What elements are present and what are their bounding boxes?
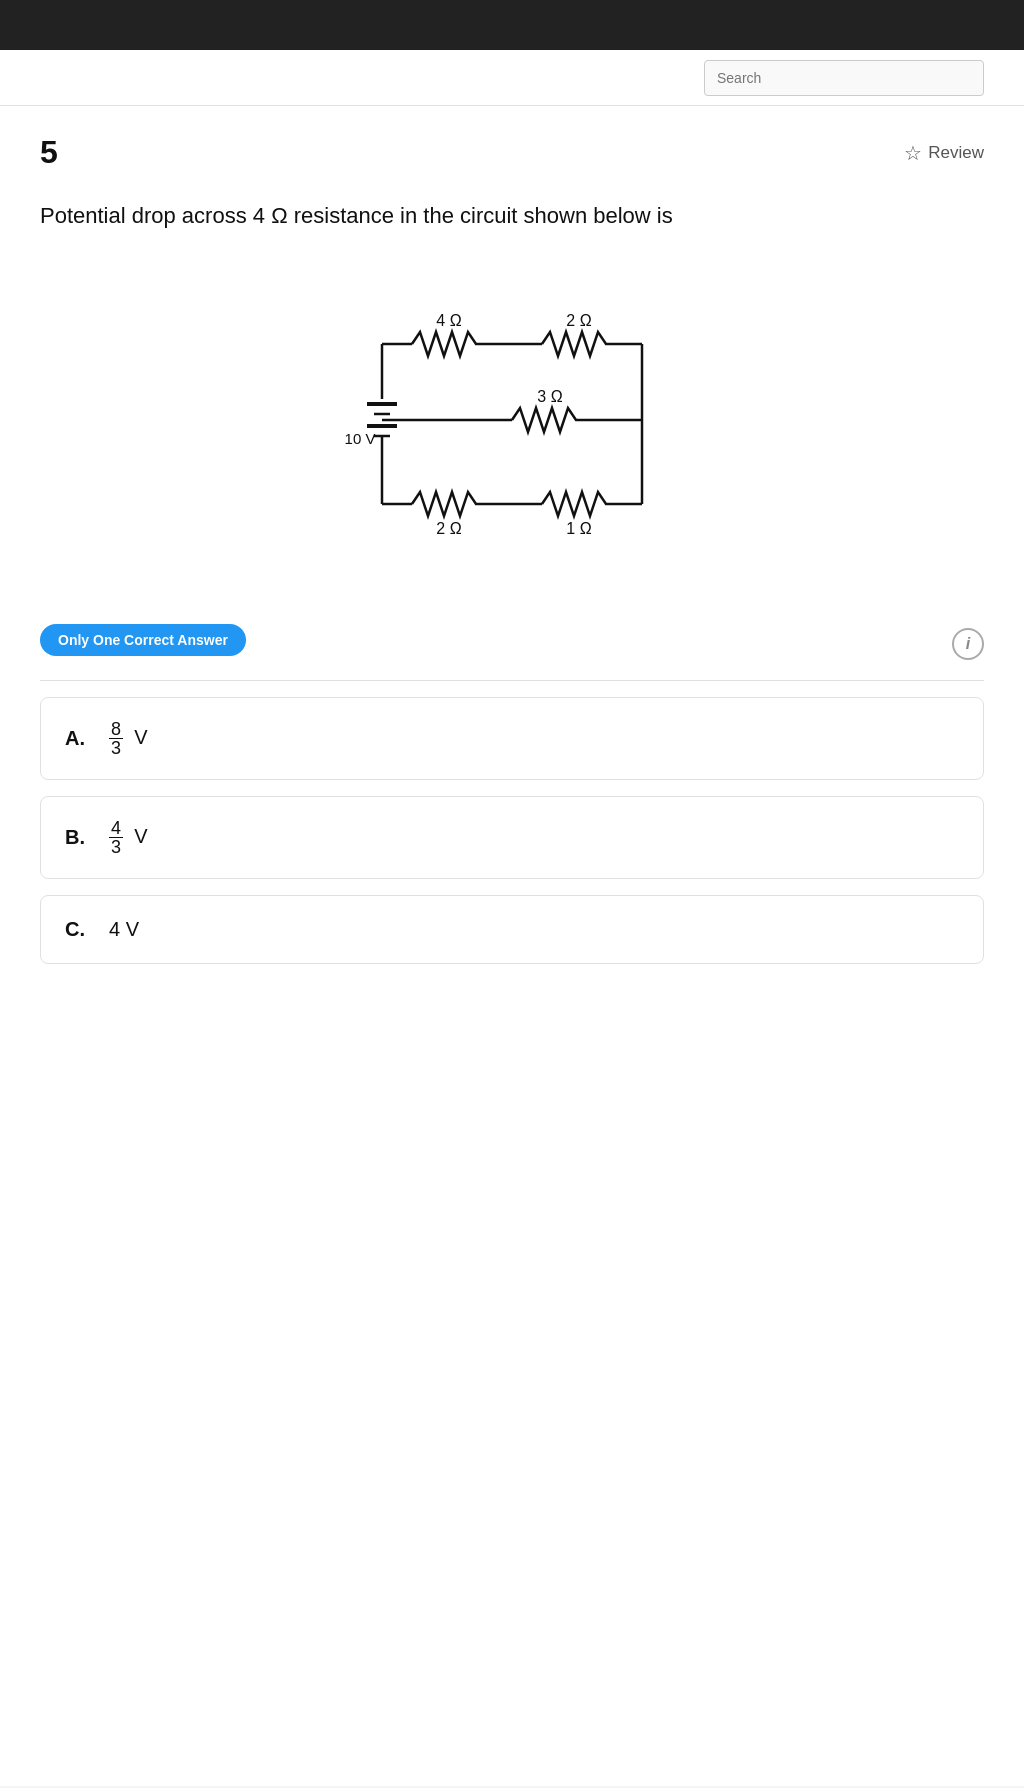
top-bar — [0, 0, 1024, 50]
svg-text:2 Ω: 2 Ω — [566, 312, 591, 329]
option-c[interactable]: C. 4 V — [40, 895, 984, 964]
svg-text:2 Ω: 2 Ω — [436, 520, 461, 537]
svg-text:3 Ω: 3 Ω — [537, 388, 562, 405]
main-content: 5 ☆ Review Potential drop across 4 Ω res… — [0, 106, 1024, 1786]
info-icon[interactable]: i — [952, 628, 984, 660]
search-bar-area — [0, 50, 1024, 106]
option-b-fraction: 4 3 — [109, 819, 123, 856]
options-divider — [40, 680, 984, 681]
svg-text:1 Ω: 1 Ω — [566, 520, 591, 537]
review-button[interactable]: ☆ Review — [904, 141, 984, 165]
option-a-label: A. — [65, 727, 93, 750]
answer-type-badge: Only One Correct Answer — [40, 624, 246, 656]
option-c-text: 4 V — [109, 918, 139, 941]
option-b-suffix: V — [134, 825, 147, 847]
svg-text:10 V: 10 V — [345, 430, 376, 447]
option-a-suffix: V — [134, 726, 147, 748]
option-b-numerator: 4 — [109, 819, 123, 838]
option-b-label: B. — [65, 826, 93, 849]
svg-text:4 Ω: 4 Ω — [436, 312, 461, 329]
option-c-label: C. — [65, 918, 93, 941]
review-label: Review — [928, 143, 984, 163]
circuit-diagram: 4 Ω 2 Ω 3 Ω 10 V 2 Ω 1 Ω — [40, 264, 984, 584]
question-header: 5 ☆ Review — [40, 134, 984, 171]
option-b-denominator: 3 — [109, 838, 123, 856]
option-a-numerator: 8 — [109, 720, 123, 739]
option-a-fraction: 8 3 — [109, 720, 123, 757]
question-number: 5 — [40, 134, 58, 171]
star-icon: ☆ — [904, 141, 922, 165]
option-b-text: 4 3 V — [109, 819, 147, 856]
option-a-denominator: 3 — [109, 739, 123, 757]
option-a-text: 8 3 V — [109, 720, 147, 757]
info-icon-label: i — [966, 635, 970, 653]
answer-type-row: Only One Correct Answer i — [40, 624, 984, 664]
question-text: Potential drop across 4 Ω resistance in … — [40, 199, 984, 232]
search-input[interactable] — [704, 60, 984, 96]
option-b[interactable]: B. 4 3 V — [40, 796, 984, 879]
option-a[interactable]: A. 8 3 V — [40, 697, 984, 780]
